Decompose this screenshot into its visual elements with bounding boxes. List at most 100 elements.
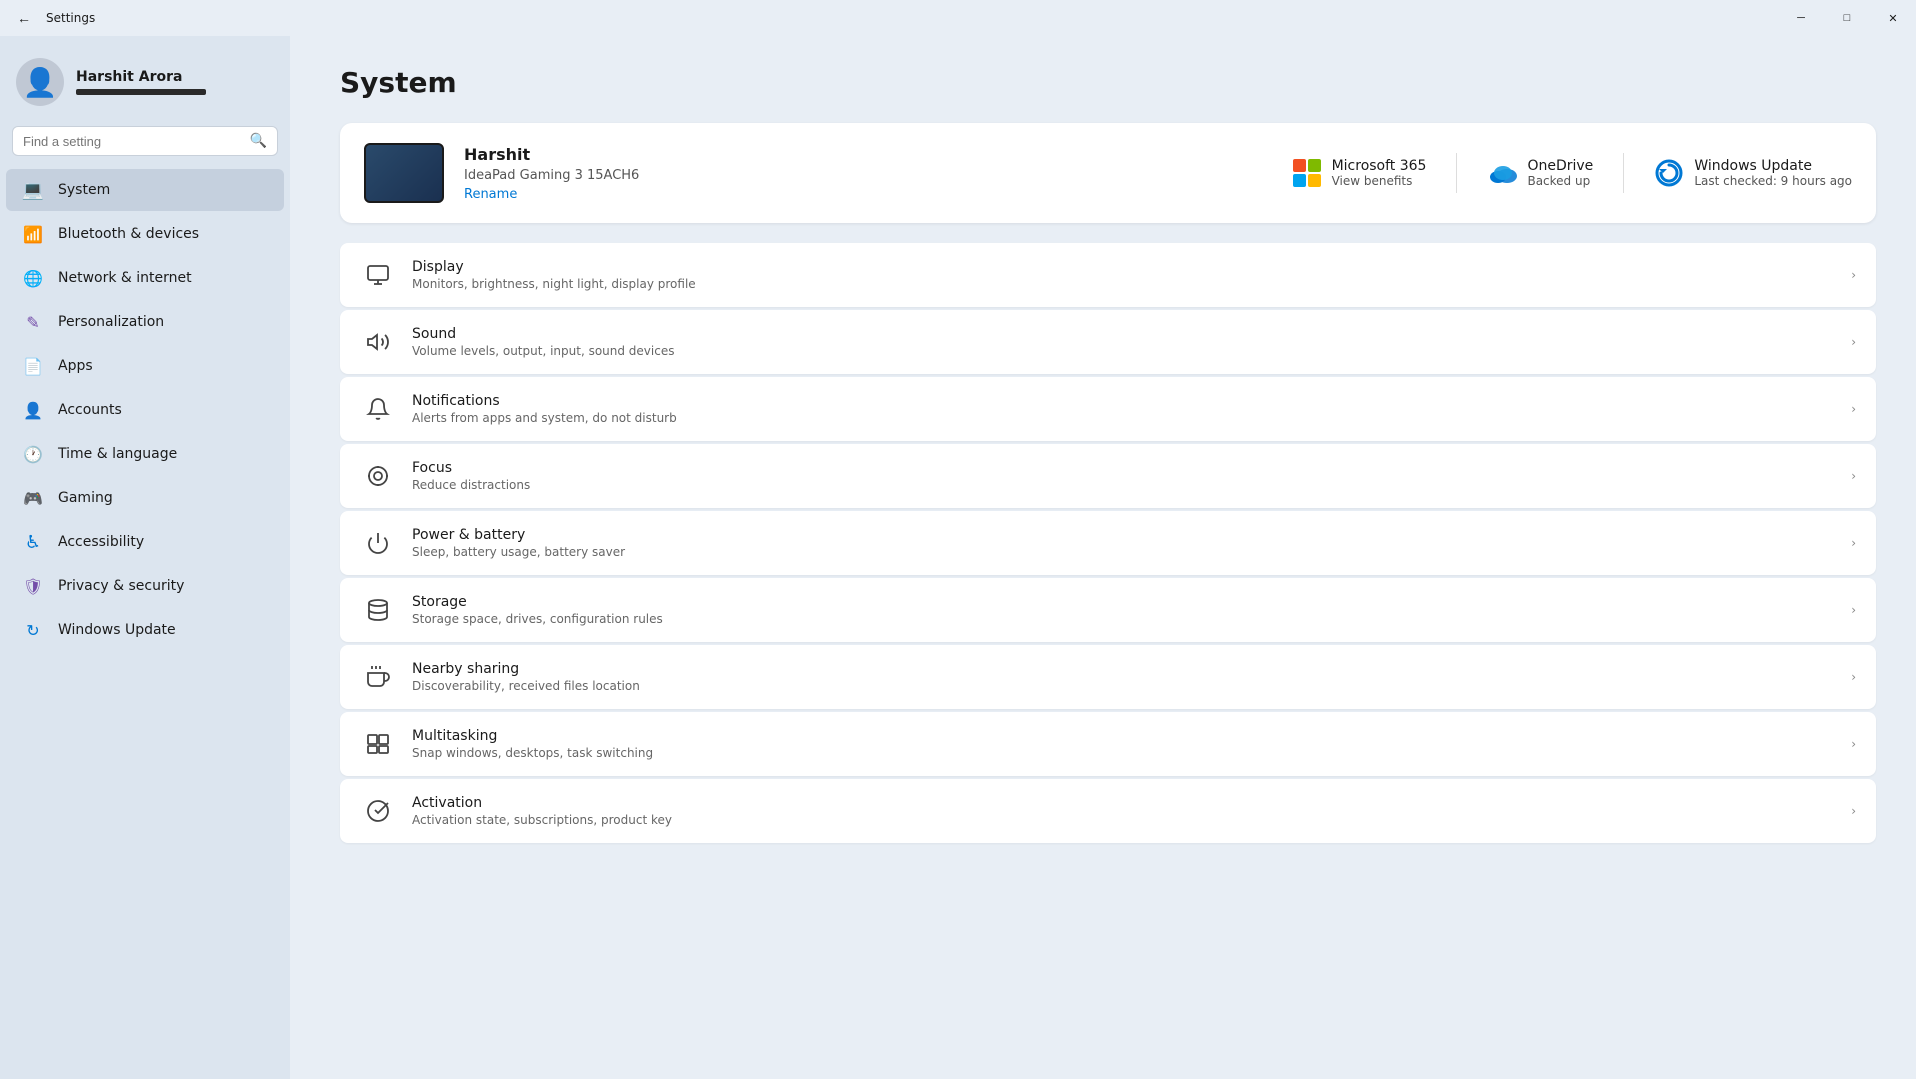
onedrive-item[interactable]: OneDrive Backed up <box>1487 158 1593 188</box>
device-model: IdeaPad Gaming 3 15ACH6 <box>464 168 639 183</box>
titlebar: ← Settings ─ □ ✕ <box>0 0 1916 36</box>
sidebar-item-apps[interactable]: 📄 Apps <box>6 345 284 387</box>
sidebar-item-accessibility[interactable]: ♿ Accessibility <box>6 521 284 563</box>
activation-chevron: › <box>1851 804 1856 818</box>
sidebar-item-gaming[interactable]: 🎮 Gaming <box>6 477 284 519</box>
sidebar-item-privacy[interactable]: 🛡 Privacy & security <box>6 565 284 607</box>
update-icon: ↻ <box>22 619 44 641</box>
sidebar-item-network[interactable]: 🌐 Network & internet <box>6 257 284 299</box>
sidebar-item-bluetooth[interactable]: 📶 Bluetooth & devices <box>6 213 284 255</box>
display-subtitle: Monitors, brightness, night light, displ… <box>412 277 1851 291</box>
notifications-chevron: › <box>1851 402 1856 416</box>
winupdate-subtitle: Last checked: 9 hours ago <box>1694 174 1852 188</box>
close-button[interactable]: ✕ <box>1870 0 1916 36</box>
search-box[interactable]: 🔍 <box>12 126 278 156</box>
display-chevron: › <box>1851 268 1856 282</box>
sidebar: 👤 Harshit Arora 🔍 💻 System 📶 Bluetooth &… <box>0 36 290 1079</box>
device-card: Harshit IdeaPad Gaming 3 15ACH6 Rename <box>340 123 1876 223</box>
focus-icon <box>360 458 396 494</box>
device-rename-button[interactable]: Rename <box>464 187 639 202</box>
settings-item-activation[interactable]: Activation Activation state, subscriptio… <box>340 779 1876 843</box>
focus-chevron: › <box>1851 469 1856 483</box>
winupdate-icon <box>1654 158 1684 188</box>
ms365-item[interactable]: Microsoft 365 View benefits <box>1292 158 1427 188</box>
main-content: System Harshit IdeaPad Gaming 3 15ACH6 R… <box>290 36 1916 1079</box>
user-name: Harshit Arora <box>76 69 206 85</box>
user-bar <box>76 89 206 95</box>
settings-item-multitasking[interactable]: Multitasking Snap windows, desktops, tas… <box>340 712 1876 776</box>
divider-1 <box>1456 153 1457 193</box>
personalization-icon: ✎ <box>22 311 44 333</box>
titlebar-left: ← Settings <box>10 4 95 32</box>
activation-text: Activation Activation state, subscriptio… <box>412 795 1851 827</box>
notifications-icon <box>360 391 396 427</box>
storage-icon <box>360 592 396 628</box>
user-icon: 👤 <box>23 66 58 99</box>
time-icon: 🕐 <box>22 443 44 465</box>
settings-item-notifications[interactable]: Notifications Alerts from apps and syste… <box>340 377 1876 441</box>
settings-item-display[interactable]: Display Monitors, brightness, night ligh… <box>340 243 1876 307</box>
apps-icon: 📄 <box>22 355 44 377</box>
multitasking-subtitle: Snap windows, desktops, task switching <box>412 746 1851 760</box>
notifications-text: Notifications Alerts from apps and syste… <box>412 393 1851 425</box>
storage-subtitle: Storage space, drives, configuration rul… <box>412 612 1851 626</box>
nearby-chevron: › <box>1851 670 1856 684</box>
notifications-title: Notifications <box>412 393 1851 409</box>
bluetooth-icon: 📶 <box>22 223 44 245</box>
storage-text: Storage Storage space, drives, configura… <box>412 594 1851 626</box>
sidebar-item-personalization[interactable]: ✎ Personalization <box>6 301 284 343</box>
activation-title: Activation <box>412 795 1851 811</box>
display-text: Display Monitors, brightness, night ligh… <box>412 259 1851 291</box>
sound-chevron: › <box>1851 335 1856 349</box>
winupdate-title: Windows Update <box>1694 158 1852 174</box>
device-left: Harshit IdeaPad Gaming 3 15ACH6 Rename <box>364 143 639 203</box>
settings-item-storage[interactable]: Storage Storage space, drives, configura… <box>340 578 1876 642</box>
back-button[interactable]: ← <box>10 4 38 32</box>
sidebar-item-accounts[interactable]: 👤 Accounts <box>6 389 284 431</box>
multitasking-icon <box>360 726 396 762</box>
settings-item-power[interactable]: Power & battery Sleep, battery usage, ba… <box>340 511 1876 575</box>
activation-icon <box>360 793 396 829</box>
maximize-button[interactable]: □ <box>1824 0 1870 36</box>
sidebar-item-update[interactable]: ↻ Windows Update <box>6 609 284 651</box>
winupdate-item[interactable]: Windows Update Last checked: 9 hours ago <box>1654 158 1852 188</box>
winupdate-text: Windows Update Last checked: 9 hours ago <box>1694 158 1852 188</box>
device-right: Microsoft 365 View benefits OneD <box>1292 153 1852 193</box>
display-title: Display <box>412 259 1851 275</box>
sound-icon <box>360 324 396 360</box>
multitasking-title: Multitasking <box>412 728 1851 744</box>
focus-title: Focus <box>412 460 1851 476</box>
focus-subtitle: Reduce distractions <box>412 478 1851 492</box>
search-input[interactable] <box>23 134 242 149</box>
ms365-title: Microsoft 365 <box>1332 158 1427 174</box>
onedrive-icon <box>1487 158 1517 188</box>
settings-item-focus[interactable]: Focus Reduce distractions › <box>340 444 1876 508</box>
nearby-icon <box>360 659 396 695</box>
power-chevron: › <box>1851 536 1856 550</box>
power-icon <box>360 525 396 561</box>
power-text: Power & battery Sleep, battery usage, ba… <box>412 527 1851 559</box>
user-section[interactable]: 👤 Harshit Arora <box>0 46 290 126</box>
sidebar-item-system[interactable]: 💻 System <box>6 169 284 211</box>
network-icon: 🌐 <box>22 267 44 289</box>
nearby-title: Nearby sharing <box>412 661 1851 677</box>
nearby-subtitle: Discoverability, received files location <box>412 679 1851 693</box>
sidebar-item-time[interactable]: 🕐 Time & language <box>6 433 284 475</box>
settings-item-nearby[interactable]: Nearby sharing Discoverability, received… <box>340 645 1876 709</box>
multitasking-text: Multitasking Snap windows, desktops, tas… <box>412 728 1851 760</box>
minimize-button[interactable]: ─ <box>1778 0 1824 36</box>
onedrive-subtitle: Backed up <box>1527 174 1593 188</box>
page-title: System <box>340 66 1876 99</box>
device-thumbnail <box>364 143 444 203</box>
display-icon <box>360 257 396 293</box>
onedrive-text: OneDrive Backed up <box>1527 158 1593 188</box>
window-controls: ─ □ ✕ <box>1778 0 1916 36</box>
onedrive-title: OneDrive <box>1527 158 1593 174</box>
privacy-icon: 🛡 <box>22 575 44 597</box>
sound-text: Sound Volume levels, output, input, soun… <box>412 326 1851 358</box>
focus-text: Focus Reduce distractions <box>412 460 1851 492</box>
sound-subtitle: Volume levels, output, input, sound devi… <box>412 344 1851 358</box>
settings-item-sound[interactable]: Sound Volume levels, output, input, soun… <box>340 310 1876 374</box>
settings-list: Display Monitors, brightness, night ligh… <box>340 243 1876 843</box>
accounts-icon: 👤 <box>22 399 44 421</box>
